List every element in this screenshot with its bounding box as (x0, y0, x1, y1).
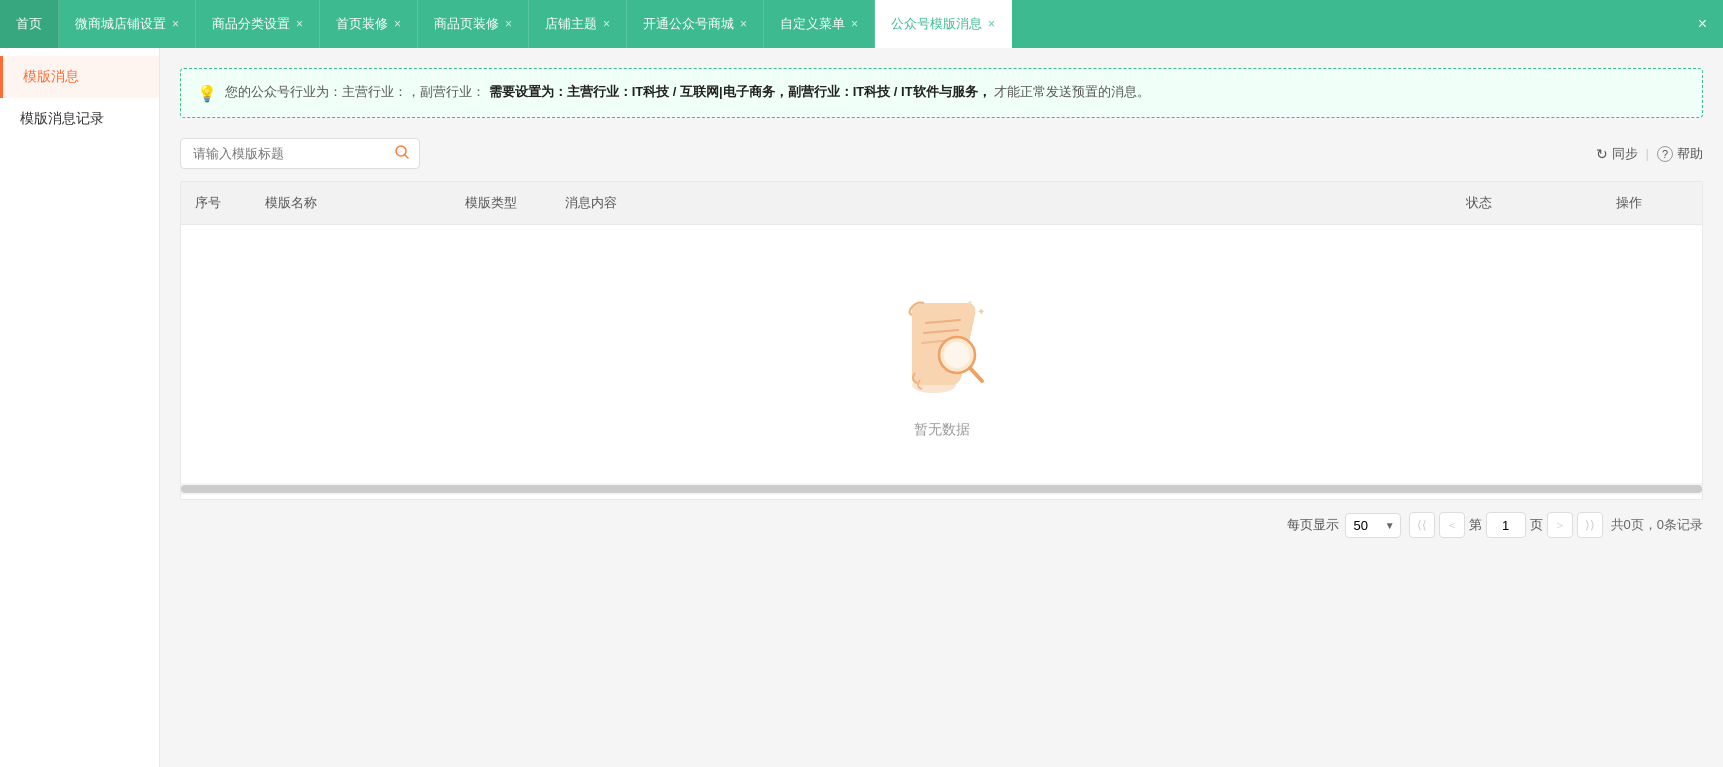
search-input[interactable] (180, 138, 420, 169)
page-size-label: 每页显示 (1287, 516, 1339, 534)
nav-tab-product-category-close[interactable]: × (296, 17, 303, 31)
prev-page-button[interactable]: ＜ (1439, 512, 1465, 538)
search-bar: ↻ 同步 | ? 帮助 (180, 138, 1703, 169)
col-header-seq: 序号 (181, 182, 251, 225)
col-header-content: 消息内容 (551, 182, 1452, 225)
svg-point-7 (944, 342, 970, 368)
main-layout: 模版消息 模版消息记录 💡 您的公众号行业为：主营行业：，副营行业： 需要设置为… (0, 48, 1723, 767)
sidebar: 模版消息 模版消息记录 (0, 48, 160, 767)
nav-tab-shop-theme-close[interactable]: × (603, 17, 610, 31)
sidebar-item-template-message[interactable]: 模版消息 (0, 56, 159, 98)
sync-icon: ↻ (1596, 146, 1608, 162)
total-info: 共0页，0条记录 (1611, 516, 1703, 534)
page-input[interactable] (1486, 512, 1526, 538)
page-size-select: 每页显示 50 10 20 100 ▼ (1287, 513, 1401, 538)
nav-tab-shop-theme-label: 店铺主题 (545, 15, 597, 33)
col-header-status: 状态 (1452, 182, 1602, 225)
nav-tab-product-page-close[interactable]: × (505, 17, 512, 31)
empty-text: 暂无数据 (914, 421, 970, 439)
table-header-row: 序号 模版名称 模版类型 消息内容 状态 (181, 182, 1702, 225)
notice-text: 您的公众号行业为：主营行业：，副营行业： 需要设置为：主营行业：IT科技 / 互… (225, 83, 1150, 101)
svg-text:✦: ✦ (977, 306, 985, 317)
nav-tab-template-message-label: 公众号模版消息 (891, 15, 982, 33)
data-table: 序号 模版名称 模版类型 消息内容 状态 (181, 182, 1702, 479)
nav-tab-home-label: 首页 (16, 15, 42, 33)
page-input-wrap (1486, 512, 1526, 538)
page-size-dropdown[interactable]: 50 10 20 100 (1345, 513, 1401, 538)
nav-tab-shop-theme[interactable]: 店铺主题 × (529, 0, 627, 48)
nav-tab-custom-menu[interactable]: 自定义菜单 × (764, 0, 875, 48)
nav-tab-product-category-label: 商品分类设置 (212, 15, 290, 33)
empty-illustration: ✦ ✦ (882, 285, 1002, 405)
col-header-name: 模版名称 (251, 182, 451, 225)
top-navigation: 首页 微商城店铺设置 × 商品分类设置 × 首页装修 × 商品页装修 × 店铺主… (0, 0, 1723, 48)
nav-tab-open-mall-label: 开通公众号商城 (643, 15, 734, 33)
svg-text:✦: ✦ (967, 299, 973, 306)
horizontal-scrollbar[interactable] (181, 483, 1702, 495)
page-size-wrap: 50 10 20 100 ▼ (1345, 513, 1401, 538)
nav-tab-open-mall[interactable]: 开通公众号商城 × (627, 0, 764, 48)
notice-banner: 💡 您的公众号行业为：主营行业：，副营行业： 需要设置为：主营行业：IT科技 /… (180, 68, 1703, 118)
nav-tab-template-message[interactable]: 公众号模版消息 × (875, 0, 1012, 48)
notice-icon: 💡 (197, 84, 217, 103)
sidebar-item-template-message-label: 模版消息 (23, 68, 79, 84)
nav-tab-wechat-shop-close[interactable]: × (172, 17, 179, 31)
next-page-button[interactable]: ＞ (1547, 512, 1573, 538)
nav-tab-open-mall-close[interactable]: × (740, 17, 747, 31)
nav-tab-template-message-close[interactable]: × (988, 17, 995, 31)
search-input-wrap (180, 138, 420, 169)
col-header-action: 操作 (1602, 182, 1702, 225)
nav-close-all-button[interactable]: × (1682, 15, 1723, 33)
sync-label: 同步 (1612, 145, 1638, 163)
col-header-type: 模版类型 (451, 182, 551, 225)
nav-tab-custom-menu-close[interactable]: × (851, 17, 858, 31)
svg-line-8 (970, 368, 982, 381)
nav-tab-wechat-shop-label: 微商城店铺设置 (75, 15, 166, 33)
empty-state: ✦ ✦ 暂无数据 (181, 225, 1702, 479)
nav-tab-wechat-shop[interactable]: 微商城店铺设置 × (59, 0, 196, 48)
nav-tab-homepage-label: 首页装修 (336, 15, 388, 33)
nav-tab-product-page-label: 商品页装修 (434, 15, 499, 33)
nav-tab-homepage-close[interactable]: × (394, 17, 401, 31)
nav-tab-home[interactable]: 首页 (0, 0, 59, 48)
search-left (180, 138, 420, 169)
empty-state-row: ✦ ✦ 暂无数据 (181, 225, 1702, 480)
first-page-button[interactable]: ⟨⟨ (1409, 512, 1435, 538)
scrollbar-thumb[interactable] (181, 485, 1702, 493)
nav-tab-product-category[interactable]: 商品分类设置 × (196, 0, 320, 48)
page-label-after: 页 (1530, 516, 1543, 534)
nav-tab-homepage[interactable]: 首页装修 × (320, 0, 418, 48)
page-navigation: ⟨⟨ ＜ 第 页 ＞ ⟩⟩ (1409, 512, 1603, 538)
data-table-container: 序号 模版名称 模版类型 消息内容 状态 (180, 181, 1703, 500)
sidebar-item-template-record-label: 模版消息记录 (20, 110, 104, 126)
help-label: 帮助 (1677, 145, 1703, 163)
divider: | (1646, 146, 1649, 161)
search-button[interactable] (394, 144, 410, 164)
nav-tab-custom-menu-label: 自定义菜单 (780, 15, 845, 33)
search-right: ↻ 同步 | ? 帮助 (1596, 145, 1703, 163)
page-label-before: 第 (1469, 516, 1482, 534)
svg-line-1 (405, 154, 409, 158)
main-content: 💡 您的公众号行业为：主营行业：，副营行业： 需要设置为：主营行业：IT科技 /… (160, 48, 1723, 767)
help-icon: ? (1657, 146, 1673, 162)
pagination: 每页显示 50 10 20 100 ▼ ⟨⟨ ＜ 第 (180, 500, 1703, 542)
sidebar-item-template-record[interactable]: 模版消息记录 (0, 98, 159, 140)
nav-tab-product-page[interactable]: 商品页装修 × (418, 0, 529, 48)
sync-button[interactable]: ↻ 同步 (1596, 145, 1638, 163)
help-button[interactable]: ? 帮助 (1657, 145, 1703, 163)
last-page-button[interactable]: ⟩⟩ (1577, 512, 1603, 538)
